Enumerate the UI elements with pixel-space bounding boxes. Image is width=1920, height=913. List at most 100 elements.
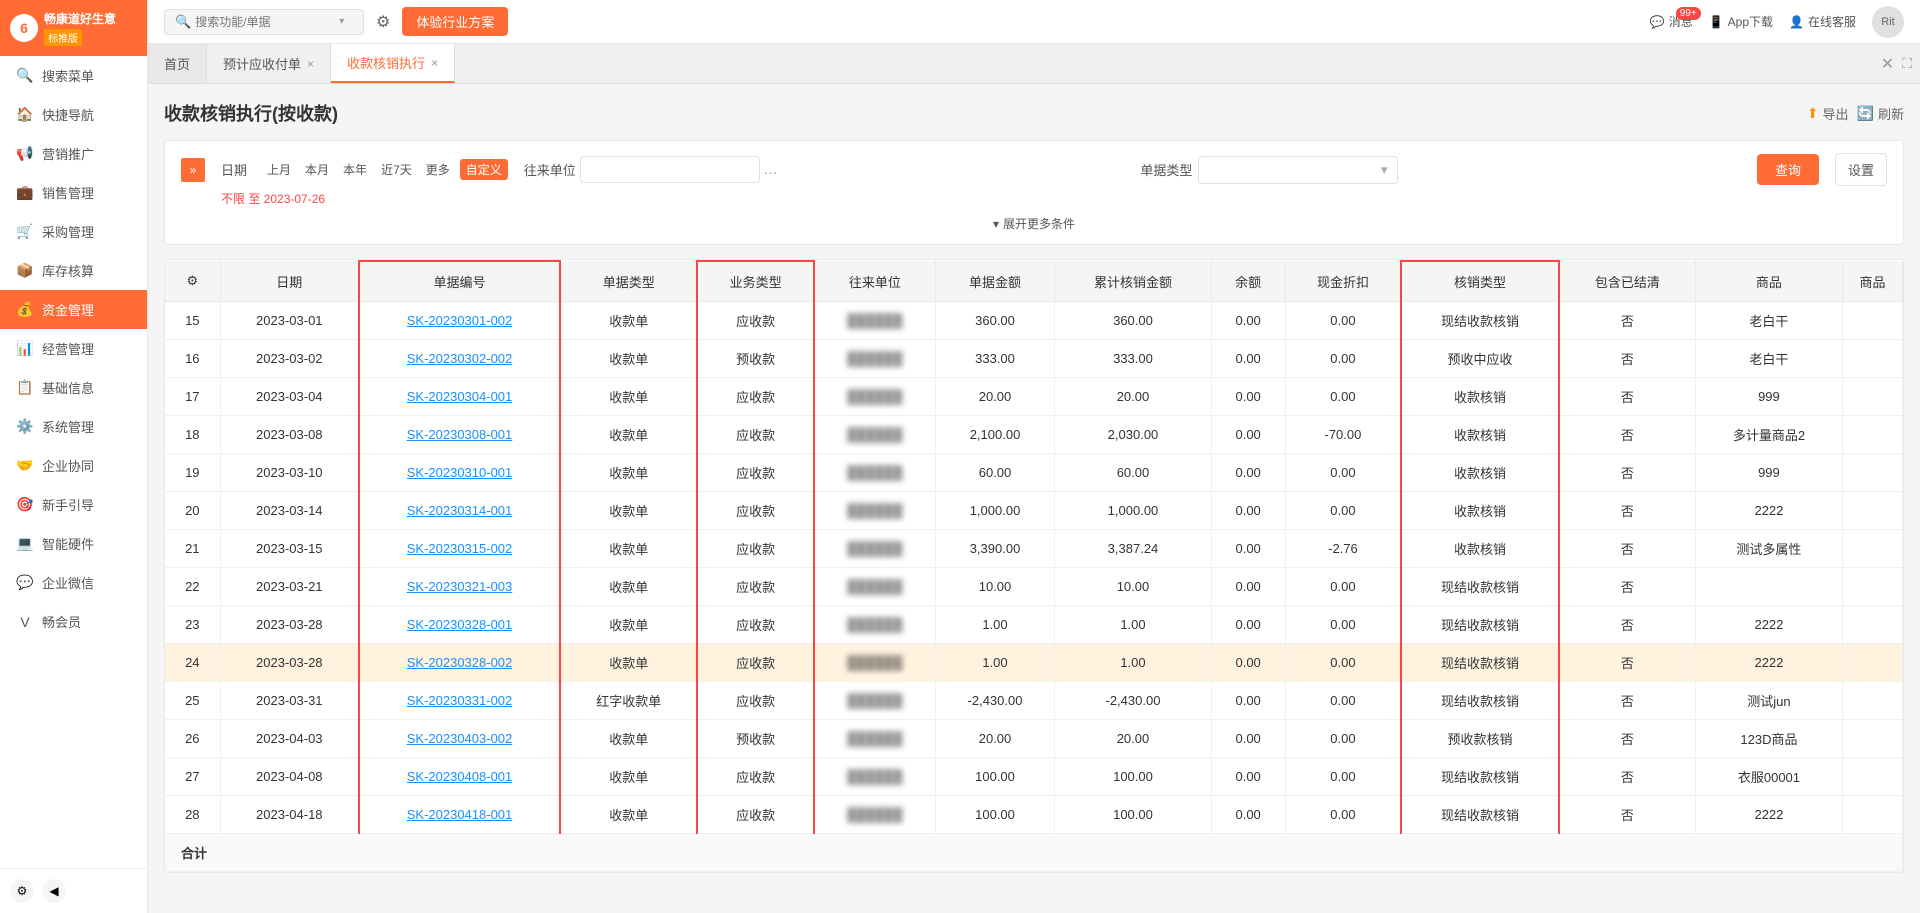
cell-unit: ██████	[814, 796, 935, 834]
cell-balance: 0.00	[1211, 530, 1285, 568]
doc-no-link[interactable]: SK-20230328-002	[407, 655, 513, 670]
this-month-btn[interactable]: 本月	[301, 159, 333, 180]
industry-solution-button[interactable]: 体验行业方案	[402, 7, 508, 36]
col-gear-header[interactable]: ⚙	[165, 261, 220, 302]
notification-button[interactable]: 💬 消息 99+	[1650, 13, 1693, 30]
sidebar-item-business[interactable]: 📊 经营管理	[0, 329, 147, 368]
settings-button[interactable]: 设置	[1835, 153, 1887, 186]
cell-amount: 60.00	[935, 454, 1055, 492]
tab-receipt-exec[interactable]: 收款核销执行 ×	[331, 44, 455, 83]
refresh-button[interactable]: 🔄 刷新	[1857, 104, 1904, 123]
sidebar-item-shortcut[interactable]: 🏠 快捷导航	[0, 95, 147, 134]
sidebar-item-hardware[interactable]: 💻 智能硬件	[0, 524, 147, 563]
cell-discount: 0.00	[1285, 454, 1401, 492]
sidebar-item-basic[interactable]: 📋 基础信息	[0, 368, 147, 407]
cell-balance: 0.00	[1211, 378, 1285, 416]
query-button[interactable]: 查询	[1757, 154, 1819, 185]
cell-doctype: 收款单	[560, 568, 697, 606]
cell-accum: 360.00	[1055, 302, 1211, 340]
cell-docno: SK-20230302-002	[359, 340, 560, 378]
doc-no-link[interactable]: SK-20230310-001	[407, 465, 513, 480]
cell-settled: 否	[1559, 568, 1695, 606]
tabbar-close-icon[interactable]: ✕	[1881, 54, 1894, 74]
sidebar-item-finance[interactable]: 💰 资金管理	[0, 290, 147, 329]
cell-doctype: 收款单	[560, 530, 697, 568]
sidebar-item-inventory[interactable]: 📦 库存核算	[0, 251, 147, 290]
doc-no-link[interactable]: SK-20230321-003	[407, 579, 513, 594]
more-dates-btn[interactable]: 更多	[422, 159, 454, 180]
sidebar-item-system[interactable]: ⚙️ 系统管理	[0, 407, 147, 446]
cell-settled: 否	[1559, 530, 1695, 568]
unit-input[interactable]	[580, 156, 760, 183]
sidebar-item-sales[interactable]: 💼 销售管理	[0, 173, 147, 212]
export-icon: ⬆	[1807, 105, 1819, 122]
cell-date: 2023-03-04	[220, 378, 359, 416]
doc-no-link[interactable]: SK-20230408-001	[407, 769, 513, 784]
doc-no-link[interactable]: SK-20230315-002	[407, 541, 513, 556]
doc-no-link[interactable]: SK-20230304-001	[407, 389, 513, 404]
tab-home[interactable]: 首页	[148, 44, 207, 83]
tab-receipt-exec-close[interactable]: ×	[431, 56, 438, 70]
cell-goods2	[1843, 758, 1903, 796]
online-service-button[interactable]: 👤 在线客服	[1789, 13, 1856, 30]
cell-goods2	[1843, 796, 1903, 834]
table-row: 15 2023-03-01 SK-20230301-002 收款单 应收款 ██…	[165, 302, 1903, 340]
doc-type-select[interactable]: ▾	[1198, 156, 1398, 184]
doc-no-link[interactable]: SK-20230331-002	[407, 693, 513, 708]
sidebar-item-guide[interactable]: 🎯 新手引导	[0, 485, 147, 524]
app-download-button[interactable]: 📱 App下载	[1709, 13, 1773, 30]
settings-icon[interactable]: ⚙	[10, 879, 34, 903]
sidebar-item-member[interactable]: V 畅会员	[0, 602, 147, 641]
col-unit-header: 往来单位	[814, 261, 935, 302]
cell-verifytype: 收款核销	[1401, 530, 1559, 568]
doc-no-link[interactable]: SK-20230418-001	[407, 807, 513, 822]
doc-no-link[interactable]: SK-20230403-002	[407, 731, 513, 746]
sidebar-item-purchase[interactable]: 🛒 采购管理	[0, 212, 147, 251]
tab-pre-receipt-close[interactable]: ×	[307, 57, 314, 71]
this-year-btn[interactable]: 本年	[339, 159, 371, 180]
cell-biztype: 应收款	[697, 416, 814, 454]
system-icon: ⚙️	[16, 418, 34, 436]
sidebar-item-marketing[interactable]: 📢 营销推广	[0, 134, 147, 173]
doc-no-link[interactable]: SK-20230302-002	[407, 351, 513, 366]
column-settings-icon[interactable]: ⚙	[186, 273, 198, 288]
last-7days-btn[interactable]: 近7天	[377, 159, 416, 180]
doc-no-link[interactable]: SK-20230314-001	[407, 503, 513, 518]
cell-accum: 1.00	[1055, 644, 1211, 682]
chevron-down-icon: ▾	[339, 16, 344, 27]
doc-no-link[interactable]: SK-20230308-001	[407, 427, 513, 442]
cell-balance: 0.00	[1211, 302, 1285, 340]
last-month-btn[interactable]: 上月	[263, 159, 295, 180]
search-input[interactable]	[195, 15, 335, 29]
cell-unit: ██████	[814, 606, 935, 644]
cell-discount: 0.00	[1285, 720, 1401, 758]
cell-no: 16	[165, 340, 220, 378]
expand-more-btn[interactable]: ▾ 展开更多条件	[993, 215, 1075, 232]
export-button[interactable]: ⬆ 导出	[1807, 104, 1849, 123]
collapse-icon[interactable]: ◀	[42, 879, 66, 903]
cell-settled: 否	[1559, 758, 1695, 796]
sidebar-item-wechat[interactable]: 💬 企业微信	[0, 563, 147, 602]
cell-no: 20	[165, 492, 220, 530]
filter-expand: ▾ 展开更多条件	[181, 215, 1887, 232]
tab-pre-receipt[interactable]: 预计应收付单 ×	[207, 44, 331, 83]
unit-more-icon[interactable]: ...	[764, 161, 777, 179]
gear-icon[interactable]: ⚙	[376, 12, 390, 32]
sidebar-logo-sub: 标推版	[44, 29, 82, 46]
doc-no-link[interactable]: SK-20230301-002	[407, 313, 513, 328]
filter-toggle-button[interactable]: »	[181, 158, 205, 182]
cell-discount: -2.76	[1285, 530, 1401, 568]
cell-discount: 0.00	[1285, 644, 1401, 682]
sidebar-item-search[interactable]: 🔍 搜索菜单	[0, 56, 147, 95]
cell-settled: 否	[1559, 302, 1695, 340]
search-icon: 🔍	[175, 14, 191, 30]
cell-no: 21	[165, 530, 220, 568]
doc-no-link[interactable]: SK-20230328-001	[407, 617, 513, 632]
sidebar-item-enterprise[interactable]: 🤝 企业协同	[0, 446, 147, 485]
cell-amount: 360.00	[935, 302, 1055, 340]
cell-goods1: 999	[1695, 454, 1842, 492]
custom-date-btn[interactable]: 自定义	[460, 159, 508, 180]
tabbar-expand-icon[interactable]: ⛶	[1902, 55, 1912, 72]
cell-date: 2023-03-28	[220, 644, 359, 682]
avatar[interactable]: Rit	[1872, 6, 1904, 38]
